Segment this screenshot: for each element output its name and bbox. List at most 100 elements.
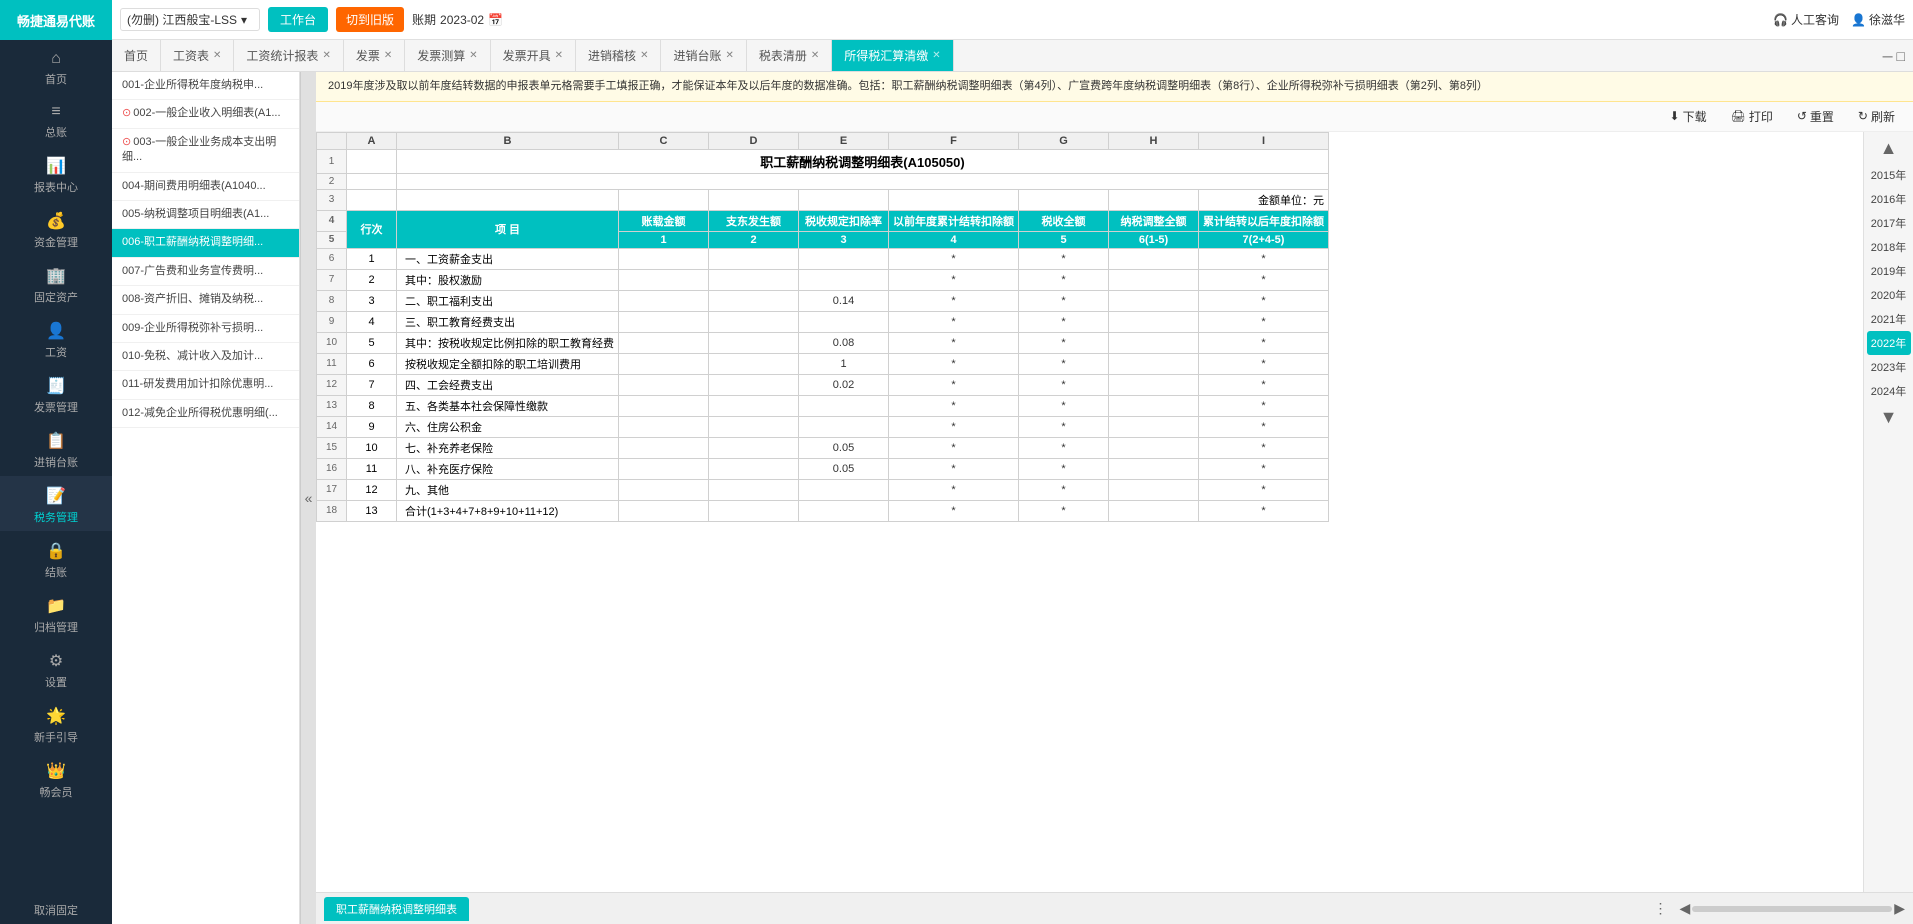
- cell-item[interactable]: 二、职工福利支出: [397, 290, 619, 311]
- sidebar-item-settings[interactable]: ⚙ 设置: [0, 641, 112, 696]
- cell-col4[interactable]: *: [889, 290, 1019, 311]
- scroll-right-button[interactable]: ▶: [1894, 900, 1905, 917]
- cell-col4[interactable]: *: [889, 374, 1019, 395]
- file-list-item[interactable]: 008-资产折旧、摊销及纳税...: [112, 286, 299, 314]
- more-options-icon[interactable]: ⋮: [1653, 900, 1667, 917]
- sidebar-item-archive[interactable]: 📁 归档管理: [0, 586, 112, 641]
- file-list-item[interactable]: 012-减免企业所得税优惠明细(...: [112, 400, 299, 428]
- cell-col4[interactable]: *: [889, 332, 1019, 353]
- calendar-icon[interactable]: 📅: [488, 13, 503, 27]
- cell-col7[interactable]: *: [1199, 395, 1329, 416]
- sidebar-item-salary[interactable]: 👤 工资: [0, 311, 112, 366]
- sidebar-item-report[interactable]: 📊 报表中心: [0, 146, 112, 201]
- cell-col2[interactable]: [709, 458, 799, 479]
- tab-purchase-ledger[interactable]: 进销台账 ✕: [661, 40, 746, 72]
- tab-maximize-button[interactable]: □: [1897, 48, 1905, 64]
- cell-col5[interactable]: *: [1019, 479, 1109, 500]
- sidebar-item-guide[interactable]: 🌟 新手引导: [0, 696, 112, 751]
- cell-col7[interactable]: *: [1199, 290, 1329, 311]
- cell-col7[interactable]: *: [1199, 416, 1329, 437]
- tab-payroll[interactable]: 工资表 ✕: [161, 40, 234, 72]
- cell-col5[interactable]: *: [1019, 416, 1109, 437]
- cell-col3[interactable]: [799, 479, 889, 500]
- file-list-item[interactable]: 009-企业所得税弥补亏损明...: [112, 315, 299, 343]
- sidebar-item-fixed-asset[interactable]: 🏢 固定资产: [0, 256, 112, 311]
- cell-col1[interactable]: [619, 479, 709, 500]
- cell-seq[interactable]: 9: [347, 416, 397, 437]
- sidebar-item-closing[interactable]: 🔒 结账: [0, 531, 112, 586]
- file-list-item[interactable]: 005-纳税调整项目明细表(A1...: [112, 201, 299, 229]
- cell-col1[interactable]: [619, 374, 709, 395]
- tab-invoice-open-close[interactable]: ✕: [555, 50, 563, 61]
- cell-col3[interactable]: [799, 416, 889, 437]
- year-up-button[interactable]: ▲: [1878, 136, 1900, 161]
- cell-col2[interactable]: [709, 437, 799, 458]
- cell-seq[interactable]: 11: [347, 458, 397, 479]
- cell-col1[interactable]: [619, 416, 709, 437]
- cell-col6[interactable]: [1109, 269, 1199, 290]
- cell-seq[interactable]: 10: [347, 437, 397, 458]
- cell-col2[interactable]: [709, 269, 799, 290]
- cell-col2[interactable]: [709, 248, 799, 269]
- cell-item[interactable]: 四、工会经费支出: [397, 374, 619, 395]
- cell-col3[interactable]: [799, 311, 889, 332]
- cell-3-D[interactable]: [709, 189, 799, 210]
- cell-col3[interactable]: 0.14: [799, 290, 889, 311]
- cell-col7[interactable]: *: [1199, 248, 1329, 269]
- cell-col2[interactable]: [709, 416, 799, 437]
- sidebar-item-tax[interactable]: 📝 税务管理: [0, 476, 112, 531]
- cell-col1[interactable]: [619, 311, 709, 332]
- cell-seq[interactable]: 7: [347, 374, 397, 395]
- tab-invoice-close[interactable]: ✕: [384, 50, 392, 61]
- cell-item[interactable]: 八、补充医疗保险: [397, 458, 619, 479]
- file-list-item[interactable]: 004-期间费用明细表(A1040...: [112, 173, 299, 201]
- cell-col6[interactable]: [1109, 248, 1199, 269]
- cell-col2[interactable]: [709, 332, 799, 353]
- cell-3-B[interactable]: [397, 189, 619, 210]
- cell-3-C[interactable]: [619, 189, 709, 210]
- cell-seq[interactable]: 1: [347, 248, 397, 269]
- cell-col7[interactable]: *: [1199, 437, 1329, 458]
- cell-3-G[interactable]: [1019, 189, 1109, 210]
- cell-col4[interactable]: *: [889, 353, 1019, 374]
- cell-col4[interactable]: *: [889, 416, 1019, 437]
- cell-col1[interactable]: [619, 458, 709, 479]
- file-list-item[interactable]: 010-免税、减计收入及加计...: [112, 343, 299, 371]
- year-button[interactable]: 2015年: [1867, 163, 1911, 187]
- cell-col6[interactable]: [1109, 353, 1199, 374]
- cell-3-H[interactable]: [1109, 189, 1199, 210]
- cell-col1[interactable]: [619, 395, 709, 416]
- cell-3-F[interactable]: [889, 189, 1019, 210]
- cell-2-B[interactable]: [397, 173, 1329, 189]
- cell-col2[interactable]: [709, 311, 799, 332]
- cell-col5[interactable]: *: [1019, 437, 1109, 458]
- cell-col4[interactable]: *: [889, 269, 1019, 290]
- cell-seq[interactable]: 13: [347, 500, 397, 521]
- cell-col6[interactable]: [1109, 437, 1199, 458]
- cell-col5[interactable]: *: [1019, 374, 1109, 395]
- file-list-item[interactable]: ⊙002-一般企业收入明细表(A1...: [112, 100, 299, 128]
- file-list-item[interactable]: 011-研发费用加计扣除优惠明...: [112, 371, 299, 399]
- sidebar-item-purchase[interactable]: 📋 进销台账: [0, 421, 112, 476]
- tab-minimize-button[interactable]: ─: [1883, 48, 1893, 64]
- sidebar-item-asset-mgmt[interactable]: 💰 资金管理: [0, 201, 112, 256]
- cell-col1[interactable]: [619, 500, 709, 521]
- sidebar-item-ledger[interactable]: ≡ 总账: [0, 93, 112, 146]
- cell-item[interactable]: 合计(1+3+4+7+8+9+10+11+12): [397, 500, 619, 521]
- cell-col3[interactable]: [799, 269, 889, 290]
- cell-col2[interactable]: [709, 290, 799, 311]
- cell-col1[interactable]: [619, 290, 709, 311]
- cell-col2[interactable]: [709, 395, 799, 416]
- download-button[interactable]: ⬇ 下载: [1664, 106, 1713, 127]
- cell-item[interactable]: 九、其他: [397, 479, 619, 500]
- cell-item[interactable]: 按税收规定全额扣除的职工培训费用: [397, 353, 619, 374]
- cell-item[interactable]: 七、补充养老保险: [397, 437, 619, 458]
- scroll-left-button[interactable]: ◀: [1679, 900, 1690, 917]
- cell-col6[interactable]: [1109, 311, 1199, 332]
- cell-col5[interactable]: *: [1019, 332, 1109, 353]
- cell-item[interactable]: 五、各类基本社会保障性缴款: [397, 395, 619, 416]
- cell-item[interactable]: 其中：股权激励: [397, 269, 619, 290]
- cell-seq[interactable]: 4: [347, 311, 397, 332]
- tab-invoice-calc-close[interactable]: ✕: [469, 50, 477, 61]
- file-list-item[interactable]: 006-职工薪酬纳税调整明细...: [112, 229, 299, 257]
